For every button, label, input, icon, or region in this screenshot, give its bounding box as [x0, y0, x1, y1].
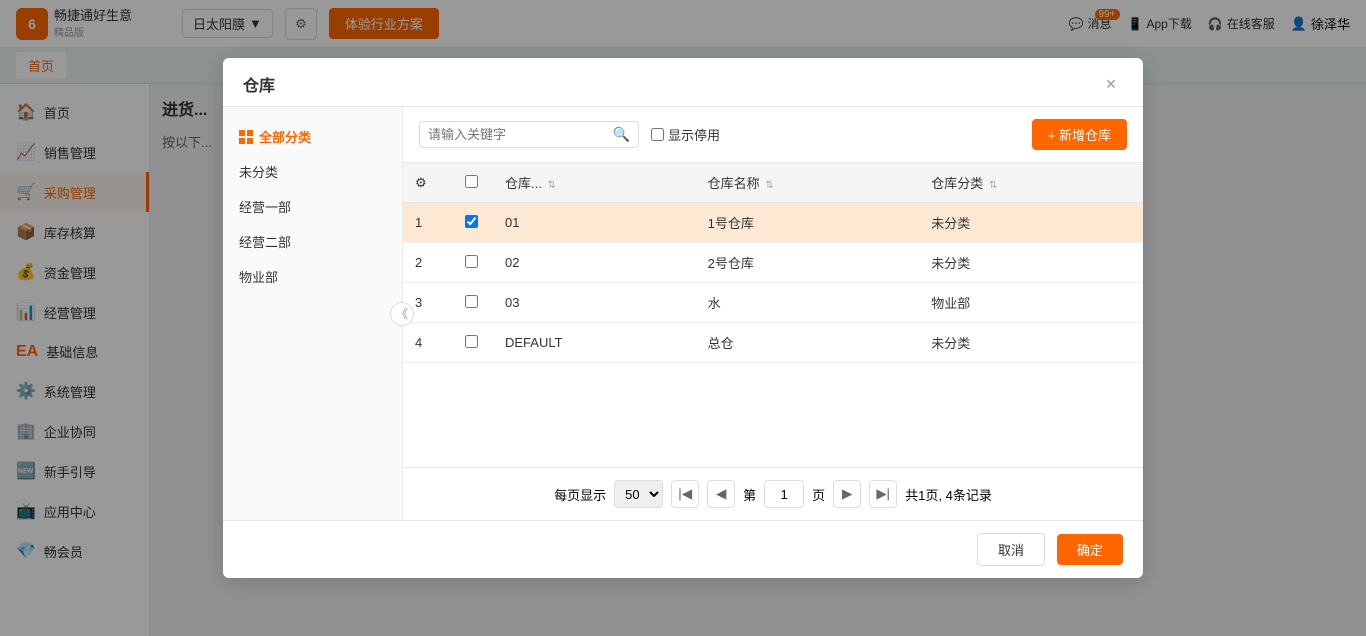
row-checkbox[interactable] — [453, 283, 493, 323]
category-sort-icon: ⇅ — [989, 180, 997, 191]
all-categories[interactable]: 全部分类 — [223, 119, 402, 154]
code-sort-icon: ⇅ — [547, 180, 555, 191]
row-code: 01 — [493, 203, 696, 243]
col-name-label: 仓库名称 — [708, 176, 760, 191]
warehouse-panel: 🔍 显示停用 + 新增仓库 — [403, 107, 1143, 520]
row-check[interactable] — [465, 335, 478, 348]
show-disabled-checkbox[interactable]: 显示停用 — [651, 125, 720, 144]
col-category-label: 仓库分类 — [931, 176, 983, 191]
cancel-button[interactable]: 取消 — [977, 533, 1045, 566]
row-code: 03 — [493, 283, 696, 323]
modal-close-button[interactable]: × — [1099, 72, 1123, 96]
modal-body: 《 全部分类 未分类 经营一部 经营二部 物业部 — [223, 107, 1143, 520]
category-property[interactable]: 物业部 — [223, 259, 402, 294]
row-check[interactable] — [465, 295, 478, 308]
row-checkbox[interactable] — [453, 323, 493, 363]
col-settings: ⚙ — [403, 163, 453, 203]
show-disabled-label: 显示停用 — [668, 125, 720, 144]
col-code[interactable]: 仓库... ⇅ — [493, 163, 696, 203]
category-operations2[interactable]: 经营二部 — [223, 224, 402, 259]
warehouse-modal: 仓库 × 《 全部分类 未分类 经营一部 经营二部 — [223, 58, 1143, 578]
name-sort-icon: ⇅ — [765, 180, 773, 191]
page-unit: 页 — [812, 485, 825, 504]
table-row[interactable]: 2 02 2号仓库 未分类 — [403, 243, 1143, 283]
row-name: 总仓 — [696, 323, 920, 363]
row-no: 4 — [403, 323, 453, 363]
select-all-checkbox[interactable] — [465, 175, 478, 188]
settings-col-icon: ⚙ — [415, 175, 427, 190]
table-header-row: ⚙ 仓库... ⇅ 仓库名称 — [403, 163, 1143, 203]
all-categories-label: 全部分类 — [259, 127, 311, 146]
table-row[interactable]: 3 03 水 物业部 — [403, 283, 1143, 323]
row-category: 未分类 — [919, 323, 1143, 363]
search-box: 🔍 — [419, 121, 639, 148]
page-label: 第 — [743, 485, 756, 504]
first-page-button[interactable]: |◀ — [671, 480, 699, 508]
next-page-button[interactable]: ▶ — [833, 480, 861, 508]
col-checkbox — [453, 163, 493, 203]
modal-header: 仓库 × — [223, 58, 1143, 107]
confirm-button[interactable]: 确定 — [1057, 534, 1123, 565]
category-unclassified[interactable]: 未分类 — [223, 154, 402, 189]
row-category: 物业部 — [919, 283, 1143, 323]
pagination: 每页显示 50 |◀ ◀ 第 页 ▶ ▶| 共1页, 4条记录 — [403, 467, 1143, 520]
row-name: 水 — [696, 283, 920, 323]
total-info: 共1页, 4条记录 — [905, 485, 992, 504]
modal-title: 仓库 — [243, 72, 275, 96]
col-code-label: 仓库... — [505, 176, 542, 191]
show-disabled-check[interactable] — [651, 128, 664, 141]
row-check[interactable] — [465, 215, 478, 228]
grid-icon — [239, 130, 253, 144]
search-input[interactable] — [428, 127, 607, 142]
table-row[interactable]: 1 01 1号仓库 未分类 — [403, 203, 1143, 243]
category-panel: 《 全部分类 未分类 经营一部 经营二部 物业部 — [223, 107, 403, 520]
collapse-panel-button[interactable]: 《 — [390, 302, 414, 326]
row-no: 1 — [403, 203, 453, 243]
per-page-select[interactable]: 50 — [614, 480, 663, 508]
row-check[interactable] — [465, 255, 478, 268]
table-row[interactable]: 4 DEFAULT 总仓 未分类 — [403, 323, 1143, 363]
row-code: DEFAULT — [493, 323, 696, 363]
category-operations1[interactable]: 经营一部 — [223, 189, 402, 224]
row-category: 未分类 — [919, 243, 1143, 283]
modal-toolbar: 🔍 显示停用 + 新增仓库 — [403, 107, 1143, 163]
row-name: 2号仓库 — [696, 243, 920, 283]
modal-overlay: 仓库 × 《 全部分类 未分类 经营一部 经营二部 — [0, 0, 1366, 636]
row-code: 02 — [493, 243, 696, 283]
row-no: 2 — [403, 243, 453, 283]
prev-page-button[interactable]: ◀ — [707, 480, 735, 508]
last-page-button[interactable]: ▶| — [869, 480, 897, 508]
row-name: 1号仓库 — [696, 203, 920, 243]
row-checkbox[interactable] — [453, 203, 493, 243]
warehouse-table: ⚙ 仓库... ⇅ 仓库名称 — [403, 163, 1143, 467]
row-category: 未分类 — [919, 203, 1143, 243]
col-category[interactable]: 仓库分类 ⇅ — [919, 163, 1143, 203]
search-icon[interactable]: 🔍 — [613, 126, 630, 143]
col-name[interactable]: 仓库名称 ⇅ — [696, 163, 920, 203]
page-input[interactable] — [764, 480, 804, 508]
row-checkbox[interactable] — [453, 243, 493, 283]
add-warehouse-button[interactable]: + 新增仓库 — [1032, 119, 1127, 150]
modal-footer: 取消 确定 — [223, 520, 1143, 578]
per-page-label: 每页显示 — [554, 485, 606, 504]
